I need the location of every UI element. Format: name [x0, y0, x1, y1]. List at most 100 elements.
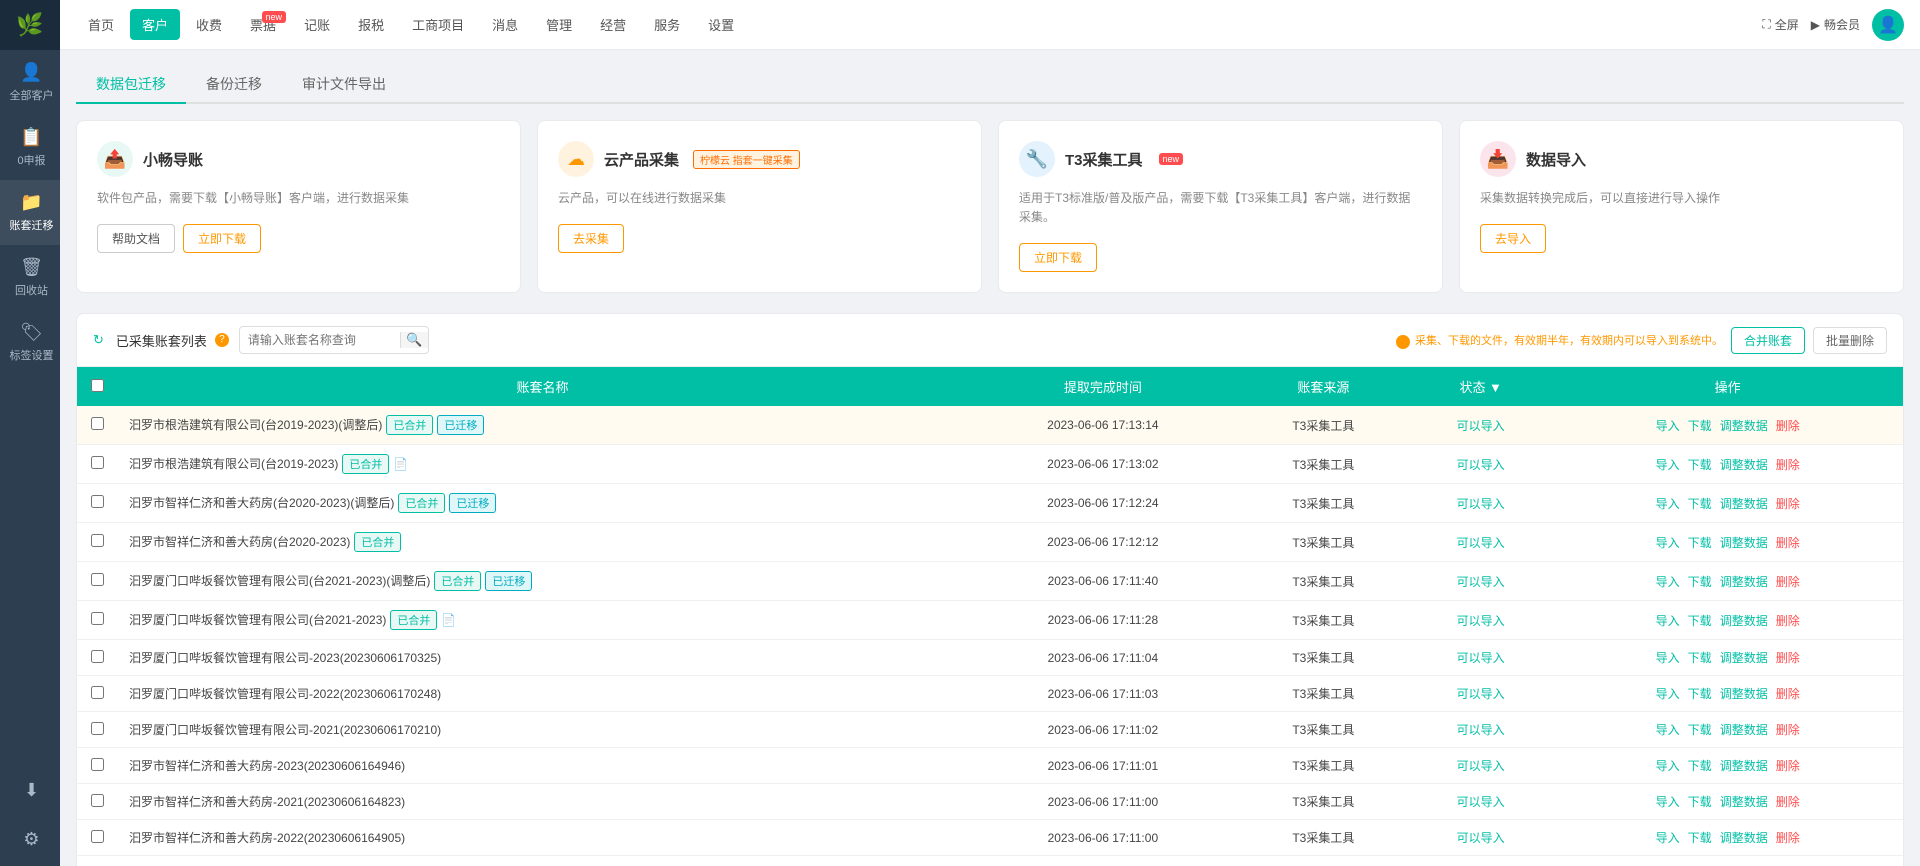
import-link[interactable]: 导入 [1656, 497, 1680, 511]
import-link[interactable]: 导入 [1656, 795, 1680, 809]
download-link[interactable]: 下载 [1688, 831, 1712, 845]
import-link[interactable]: 导入 [1656, 831, 1680, 845]
download-link[interactable]: 下载 [1688, 575, 1712, 589]
delete-link[interactable]: 删除 [1776, 536, 1800, 550]
card-actions-cloud: 去采集 [558, 224, 961, 253]
sidebar-item-recycle[interactable]: 🗑 回收站 [0, 245, 60, 310]
tab-audit-export[interactable]: 审计文件导出 [282, 66, 406, 104]
delete-link[interactable]: 删除 [1776, 651, 1800, 665]
import-link[interactable]: 导入 [1656, 419, 1680, 433]
row-file-icon[interactable]: 📄 [441, 613, 456, 627]
import-link[interactable]: 导入 [1656, 614, 1680, 628]
delete-link[interactable]: 删除 [1776, 419, 1800, 433]
download-link[interactable]: 下载 [1688, 614, 1712, 628]
adjust-link[interactable]: 调整数据 [1720, 458, 1768, 472]
search-button[interactable]: 🔍 [400, 332, 428, 348]
row-checkbox[interactable] [91, 456, 104, 469]
sidebar-item-download[interactable]: ⬇ [0, 768, 60, 817]
go-collect-btn[interactable]: 去采集 [558, 224, 624, 253]
adjust-link[interactable]: 调整数据 [1720, 759, 1768, 773]
sidebar-item-all-clients[interactable]: 👤 全部客户 [0, 50, 60, 115]
adjust-link[interactable]: 调整数据 [1720, 651, 1768, 665]
row-file-icon[interactable]: 📄 [393, 457, 408, 471]
tab-backup-migration[interactable]: 备份迁移 [186, 66, 282, 104]
import-link[interactable]: 导入 [1656, 723, 1680, 737]
nav-invoices[interactable]: 票据new [238, 9, 288, 40]
import-link[interactable]: 导入 [1656, 575, 1680, 589]
col-status[interactable]: 状态 ▼ [1409, 367, 1552, 406]
row-checkbox[interactable] [91, 417, 104, 430]
row-checkbox[interactable] [91, 758, 104, 771]
sidebar-item-zero-report[interactable]: 📋 0申报 [0, 115, 60, 180]
adjust-link[interactable]: 调整数据 [1720, 419, 1768, 433]
delete-link[interactable]: 删除 [1776, 614, 1800, 628]
t3-download-btn[interactable]: 立即下载 [1019, 243, 1097, 272]
tab-data-migration[interactable]: 数据包迁移 [76, 66, 186, 104]
row-checkbox[interactable] [91, 794, 104, 807]
fullscreen-btn[interactable]: ⛶ 全屏 [1762, 16, 1798, 33]
nav-management[interactable]: 管理 [534, 9, 584, 40]
import-link[interactable]: 导入 [1656, 759, 1680, 773]
adjust-link[interactable]: 调整数据 [1720, 723, 1768, 737]
adjust-link[interactable]: 调整数据 [1720, 536, 1768, 550]
delete-link[interactable]: 删除 [1776, 723, 1800, 737]
download-link[interactable]: 下载 [1688, 458, 1712, 472]
sidebar-item-settings[interactable]: ⚙ [0, 817, 60, 866]
row-checkbox[interactable] [91, 830, 104, 843]
delete-link[interactable]: 删除 [1776, 458, 1800, 472]
nav-fees[interactable]: 收费 [184, 9, 234, 40]
nav-clients[interactable]: 客户 [130, 9, 180, 40]
search-input[interactable] [240, 333, 400, 347]
refresh-icon[interactable]: ↻ [93, 332, 104, 348]
select-all-checkbox[interactable] [91, 379, 104, 392]
import-link[interactable]: 导入 [1656, 651, 1680, 665]
adjust-link[interactable]: 调整数据 [1720, 831, 1768, 845]
adjust-link[interactable]: 调整数据 [1720, 497, 1768, 511]
batch-delete-btn[interactable]: 批量删除 [1813, 327, 1887, 354]
row-checkbox[interactable] [91, 573, 104, 586]
delete-link[interactable]: 删除 [1776, 687, 1800, 701]
row-checkbox[interactable] [91, 650, 104, 663]
merge-accounts-btn[interactable]: 合并账套 [1731, 327, 1805, 354]
row-checkbox[interactable] [91, 495, 104, 508]
delete-link[interactable]: 删除 [1776, 759, 1800, 773]
nav-service[interactable]: 服务 [642, 9, 692, 40]
download-link[interactable]: 下载 [1688, 687, 1712, 701]
import-link[interactable]: 导入 [1656, 687, 1680, 701]
download-link[interactable]: 下载 [1688, 723, 1712, 737]
import-link[interactable]: 导入 [1656, 458, 1680, 472]
adjust-link[interactable]: 调整数据 [1720, 614, 1768, 628]
membership-btn[interactable]: ▶ 畅会员 [1811, 16, 1860, 33]
user-avatar[interactable]: 👤 [1872, 9, 1904, 41]
nav-home[interactable]: 首页 [76, 9, 126, 40]
adjust-link[interactable]: 调整数据 [1720, 687, 1768, 701]
row-checkbox[interactable] [91, 612, 104, 625]
row-checkbox[interactable] [91, 534, 104, 547]
download-link[interactable]: 下载 [1688, 536, 1712, 550]
nav-business[interactable]: 工商项目 [400, 9, 476, 40]
help-doc-btn[interactable]: 帮助文档 [97, 224, 175, 253]
nav-operations[interactable]: 经营 [588, 9, 638, 40]
nav-settings[interactable]: 设置 [696, 9, 746, 40]
nav-accounting[interactable]: 记账 [292, 9, 342, 40]
download-link[interactable]: 下载 [1688, 651, 1712, 665]
download-link[interactable]: 下载 [1688, 795, 1712, 809]
delete-link[interactable]: 删除 [1776, 497, 1800, 511]
download-link[interactable]: 下载 [1688, 497, 1712, 511]
nav-tax[interactable]: 报税 [346, 9, 396, 40]
nav-messages[interactable]: 消息 [480, 9, 530, 40]
row-checkbox[interactable] [91, 686, 104, 699]
delete-link[interactable]: 删除 [1776, 831, 1800, 845]
sidebar-item-tags[interactable]: 🏷 标签设置 [0, 310, 60, 375]
adjust-link[interactable]: 调整数据 [1720, 795, 1768, 809]
import-link[interactable]: 导入 [1656, 536, 1680, 550]
download-link[interactable]: 下载 [1688, 419, 1712, 433]
row-checkbox[interactable] [91, 722, 104, 735]
download-now-btn[interactable]: 立即下载 [183, 224, 261, 253]
adjust-link[interactable]: 调整数据 [1720, 575, 1768, 589]
download-link[interactable]: 下载 [1688, 759, 1712, 773]
delete-link[interactable]: 删除 [1776, 795, 1800, 809]
sidebar-item-account-migration[interactable]: 📁 账套迁移 [0, 180, 60, 245]
delete-link[interactable]: 删除 [1776, 575, 1800, 589]
go-import-btn[interactable]: 去导入 [1480, 224, 1546, 253]
